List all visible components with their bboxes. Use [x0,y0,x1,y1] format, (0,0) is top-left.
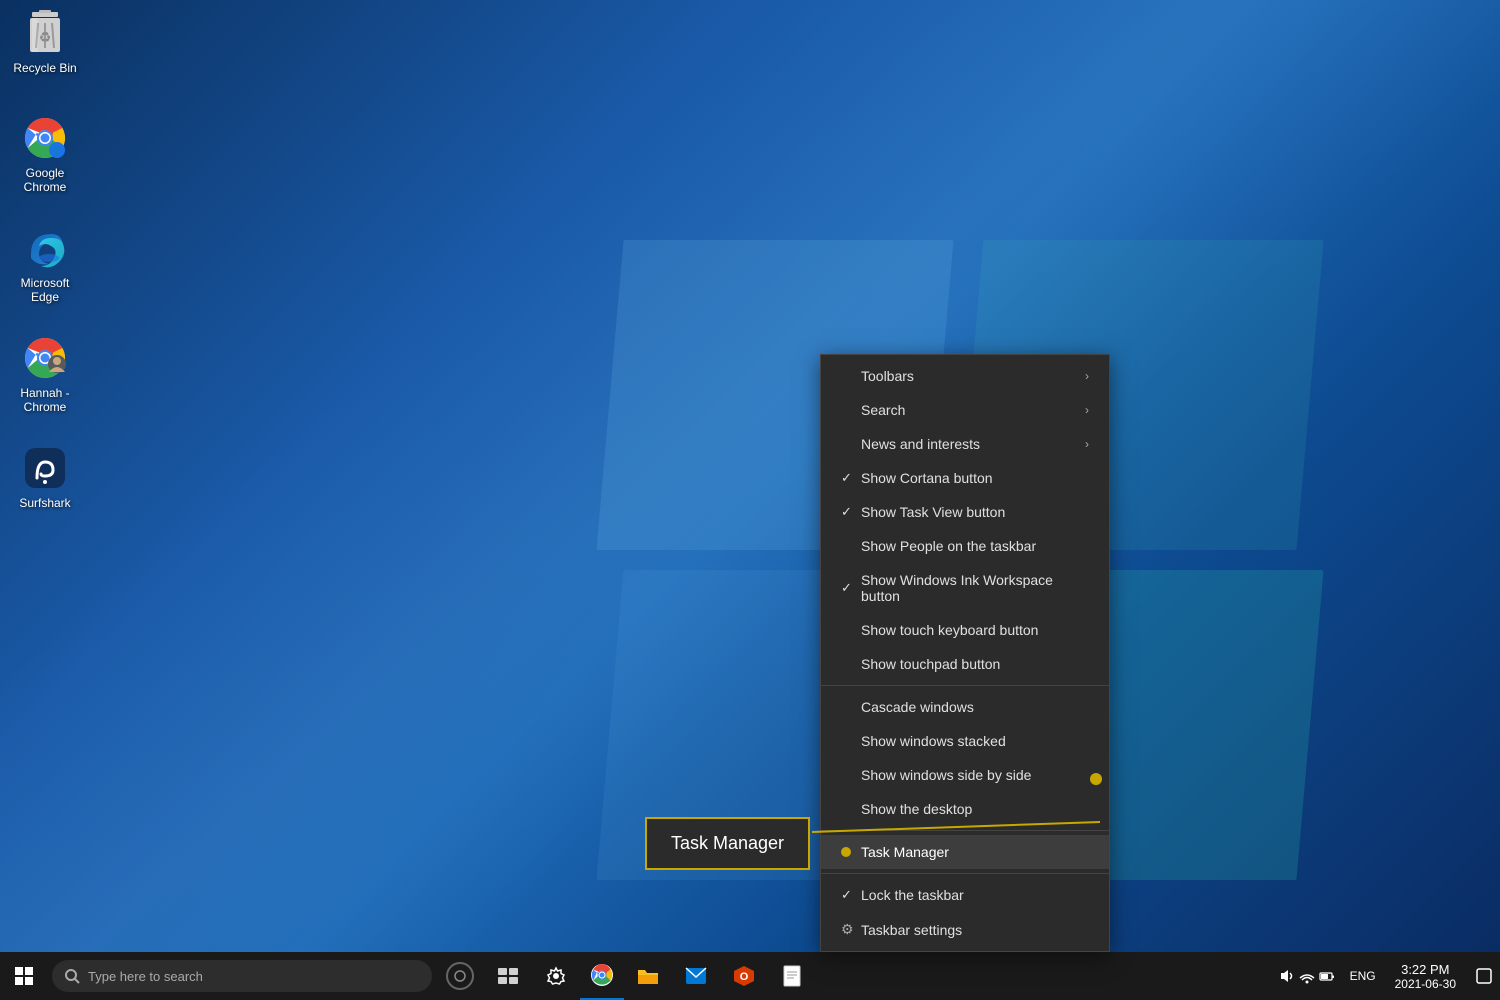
taskbar-mail[interactable] [672,952,720,1000]
search-icon [64,968,80,984]
file-explorer-icon [637,966,659,986]
menu-item-show-task-view[interactable]: ✓Show Task View button [821,495,1109,529]
menu-item-taskbar-settings[interactable]: ⚙Taskbar settings [821,912,1109,947]
menu-item-show-people[interactable]: Show People on the taskbar [821,529,1109,563]
cortana-button[interactable] [436,952,484,1000]
hannah-chrome-icon[interactable]: Hannah - Chrome [5,330,85,419]
svg-text:♻: ♻ [39,29,52,45]
menu-item-toolbars[interactable]: Toolbars› [821,359,1109,393]
menu-item-label: Taskbar settings [861,922,1089,938]
menu-item-label: Show Cortana button [861,470,1089,486]
menu-item-label: Show touch keyboard button [861,622,1089,638]
check-mark: ✓ [841,887,861,903]
taskbar-chrome-app[interactable] [580,952,624,1000]
notification-icon [1476,968,1492,984]
taskbar-context-menu: Toolbars›Search›News and interests›✓Show… [820,354,1110,952]
gear-icon: ⚙ [841,921,861,938]
taskbar-search[interactable]: Type here to search [52,960,432,992]
menu-item-show-desktop[interactable]: Show the desktop [821,792,1109,826]
hannah-chrome-label: Hannah - Chrome [9,386,81,415]
taskbar-notepad[interactable] [768,952,816,1000]
clock-time: 3:22 PM [1401,962,1449,977]
menu-item-label: Show the desktop [861,801,1089,817]
menu-item-label: Show windows side by side [861,767,1089,783]
menu-item-show-touchpad[interactable]: Show touchpad button [821,647,1109,681]
menu-item-label: Lock the taskbar [861,887,1089,903]
menu-item-news-interests[interactable]: News and interests› [821,427,1109,461]
task-view-button[interactable] [484,952,532,1000]
taskbar-settings-app[interactable] [532,952,580,1000]
clock-date: 2021-06-30 [1395,977,1456,991]
menu-item-label: Cascade windows [861,699,1089,715]
menu-item-label: Search [861,402,1085,418]
menu-separator [821,830,1109,831]
start-button[interactable] [0,952,48,1000]
notepad-icon [782,965,802,987]
submenu-arrow-icon: › [1085,437,1089,451]
task-manager-bullet-dot [1090,773,1102,785]
microsoft-edge-icon[interactable]: Microsoft Edge [5,220,85,309]
surfshark-icon[interactable]: Surfshark [5,440,85,514]
language-indicator[interactable]: ENG [1343,952,1383,1000]
menu-item-label: Toolbars [861,368,1085,384]
tray-icons[interactable] [1271,952,1343,1000]
settings-icon [546,966,566,986]
menu-item-show-ink[interactable]: ✓Show Windows Ink Workspace button [821,563,1109,613]
check-mark: ✓ [841,504,861,520]
taskbar-office[interactable]: O [720,952,768,1000]
check-mark: ✓ [841,580,861,596]
task-manager-tooltip: Task Manager [645,817,810,870]
taskbar-file-explorer[interactable] [624,952,672,1000]
search-placeholder: Type here to search [88,969,203,984]
recycle-bin-icon[interactable]: ♻ Recycle Bin [5,5,85,79]
power-icon [1319,968,1335,984]
network-icon [1299,968,1315,984]
menu-item-label: Show Task View button [861,504,1089,520]
menu-separator [821,873,1109,874]
task-view-icon [498,968,518,984]
menu-item-task-manager[interactable]: Task Manager [821,835,1109,869]
menu-item-cascade-windows[interactable]: Cascade windows [821,690,1109,724]
taskbar: Type here to search [0,952,1500,1000]
menu-item-label: Show touchpad button [861,656,1089,672]
menu-item-label: News and interests [861,436,1085,452]
mail-icon [685,967,707,985]
menu-item-label: Show People on the taskbar [861,538,1089,554]
bullet-indicator [841,847,861,857]
menu-item-lock-taskbar[interactable]: ✓Lock the taskbar [821,878,1109,912]
menu-item-show-cortana[interactable]: ✓Show Cortana button [821,461,1109,495]
svg-text:O: O [740,971,749,983]
menu-item-show-stacked[interactable]: Show windows stacked [821,724,1109,758]
google-chrome-icon[interactable]: 👤 Google Chrome [5,110,85,199]
menu-item-label: Task Manager [861,844,1089,860]
menu-item-search[interactable]: Search› [821,393,1109,427]
office-icon: O [733,965,755,987]
surfshark-label: Surfshark [19,496,70,510]
check-mark: ✓ [841,470,861,486]
recycle-bin-label: Recycle Bin [13,61,76,75]
submenu-arrow-icon: › [1085,403,1089,417]
google-chrome-label: Google Chrome [9,166,81,195]
volume-icon [1279,968,1295,984]
menu-separator [821,685,1109,686]
desktop: ♻ Recycle Bin 👤 Goog [0,0,1500,1000]
system-tray: ENG 3:22 PM 2021-06-30 [1271,952,1500,1000]
submenu-arrow-icon: › [1085,369,1089,383]
menu-item-label: Show Windows Ink Workspace button [861,572,1089,604]
menu-item-show-side-by-side[interactable]: Show windows side by side [821,758,1109,792]
taskbar-clock[interactable]: 3:22 PM 2021-06-30 [1383,952,1468,1000]
cortana-icon [453,969,467,983]
notification-center[interactable] [1468,952,1500,1000]
menu-item-show-touch-kb[interactable]: Show touch keyboard button [821,613,1109,647]
menu-item-label: Show windows stacked [861,733,1089,749]
svg-text:👤: 👤 [51,144,63,157]
microsoft-edge-label: Microsoft Edge [9,276,81,305]
